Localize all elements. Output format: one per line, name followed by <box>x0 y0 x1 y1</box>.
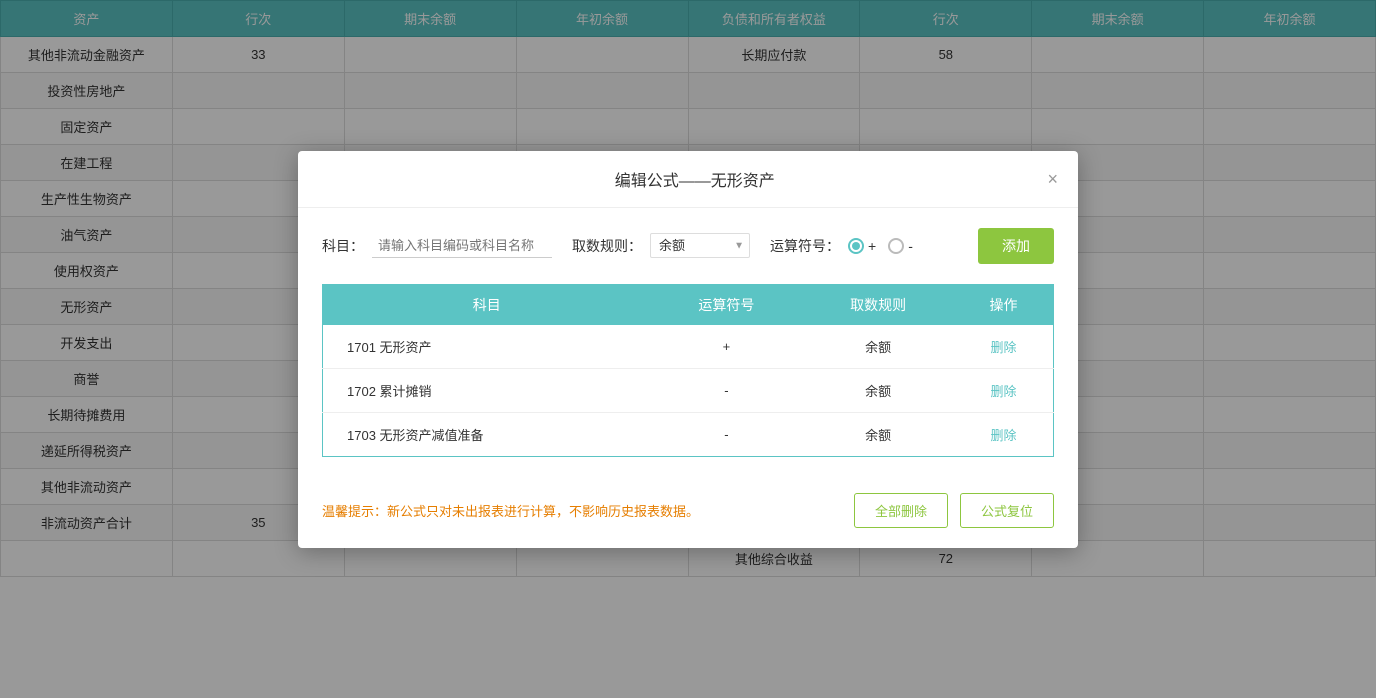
cell-subject: 1703 无形资产减值准备 <box>323 412 651 456</box>
form-row: 科目： 取数规则： 余额借方发生额贷方发生额 运算符号： <box>322 228 1054 264</box>
cell-rule: 余额 <box>802 368 954 412</box>
tip-prefix: 温馨提示： <box>322 504 387 519</box>
operator-label: 运算符号： <box>770 236 840 256</box>
cell-operator: - <box>651 412 803 456</box>
cell-operator: + <box>651 325 803 369</box>
table-header: 科目运算符号取数规则操作 <box>323 284 1054 325</box>
operator-minus-radio[interactable]: - <box>888 238 913 254</box>
modal-title: 编辑公式——无形资产 <box>342 167 1047 191</box>
delete-row-button[interactable]: 删除 <box>990 340 1016 355</box>
operator-minus-label: - <box>908 238 913 254</box>
table-body: 1701 无形资产+余额删除1702 累计摊销-余额删除1703 无形资产减值准… <box>323 325 1054 457</box>
table-row: 1701 无形资产+余额 删除 <box>323 325 1054 369</box>
modal-footer: 温馨提示：新公式只对未出报表进行计算，不影响历史报表数据。 全部删除 公式复位 <box>298 477 1078 548</box>
cell-action: 删除 <box>954 412 1054 456</box>
table-row: 1702 累计摊销-余额 删除 <box>323 368 1054 412</box>
operator-group: 运算符号： + - <box>770 236 913 256</box>
rule-select-wrap: 余额借方发生额贷方发生额 <box>650 233 750 258</box>
formula-table: 科目运算符号取数规则操作 1701 无形资产+余额删除1702 累计摊销-余额删… <box>322 284 1054 457</box>
rule-select[interactable]: 余额借方发生额贷方发生额 <box>650 233 750 258</box>
cell-action: 删除 <box>954 325 1054 369</box>
footer-tip: 温馨提示：新公式只对未出报表进行计算，不影响历史报表数据。 <box>322 501 699 520</box>
subject-label: 科目： <box>322 236 364 256</box>
tip-content: 新公式只对未出报表进行计算，不影响历史报表数据。 <box>387 504 699 519</box>
footer-buttons: 全部删除 公式复位 <box>854 493 1054 528</box>
modal-overlay: 编辑公式——无形资产 × 科目： 取数规则： 余额借方发生额贷方发生额 <box>0 0 1376 698</box>
delete-row-button[interactable]: 删除 <box>990 384 1016 399</box>
modal-header: 编辑公式——无形资产 × <box>298 151 1078 208</box>
rule-group: 取数规则： 余额借方发生额贷方发生额 <box>572 233 750 258</box>
close-button[interactable]: × <box>1047 170 1058 188</box>
modal-body: 科目： 取数规则： 余额借方发生额贷方发生额 运算符号： <box>298 208 1078 477</box>
radio-plus-circle <box>848 238 864 254</box>
formula-table-header: 运算符号 <box>651 284 803 325</box>
subject-group: 科目： <box>322 234 552 258</box>
subject-input[interactable] <box>372 234 552 258</box>
operator-plus-label: + <box>868 238 876 254</box>
reset-formula-button[interactable]: 公式复位 <box>960 493 1054 528</box>
cell-rule: 余额 <box>802 412 954 456</box>
cell-operator: - <box>651 368 803 412</box>
formula-table-header: 取数规则 <box>802 284 954 325</box>
cell-action: 删除 <box>954 368 1054 412</box>
radio-minus-circle <box>888 238 904 254</box>
cell-rule: 余额 <box>802 325 954 369</box>
formula-table-header: 操作 <box>954 284 1054 325</box>
cell-subject: 1702 累计摊销 <box>323 368 651 412</box>
cell-subject: 1701 无形资产 <box>323 325 651 369</box>
formula-table-header: 科目 <box>323 284 651 325</box>
rule-label: 取数规则： <box>572 236 642 256</box>
table-row: 1703 无形资产减值准备-余额 删除 <box>323 412 1054 456</box>
edit-formula-modal: 编辑公式——无形资产 × 科目： 取数规则： 余额借方发生额贷方发生额 <box>298 151 1078 548</box>
operator-plus-radio[interactable]: + <box>848 238 876 254</box>
add-button[interactable]: 添加 <box>978 228 1054 264</box>
delete-all-button[interactable]: 全部删除 <box>854 493 948 528</box>
operator-radio-group: + - <box>848 238 913 254</box>
delete-row-button[interactable]: 删除 <box>990 428 1016 443</box>
